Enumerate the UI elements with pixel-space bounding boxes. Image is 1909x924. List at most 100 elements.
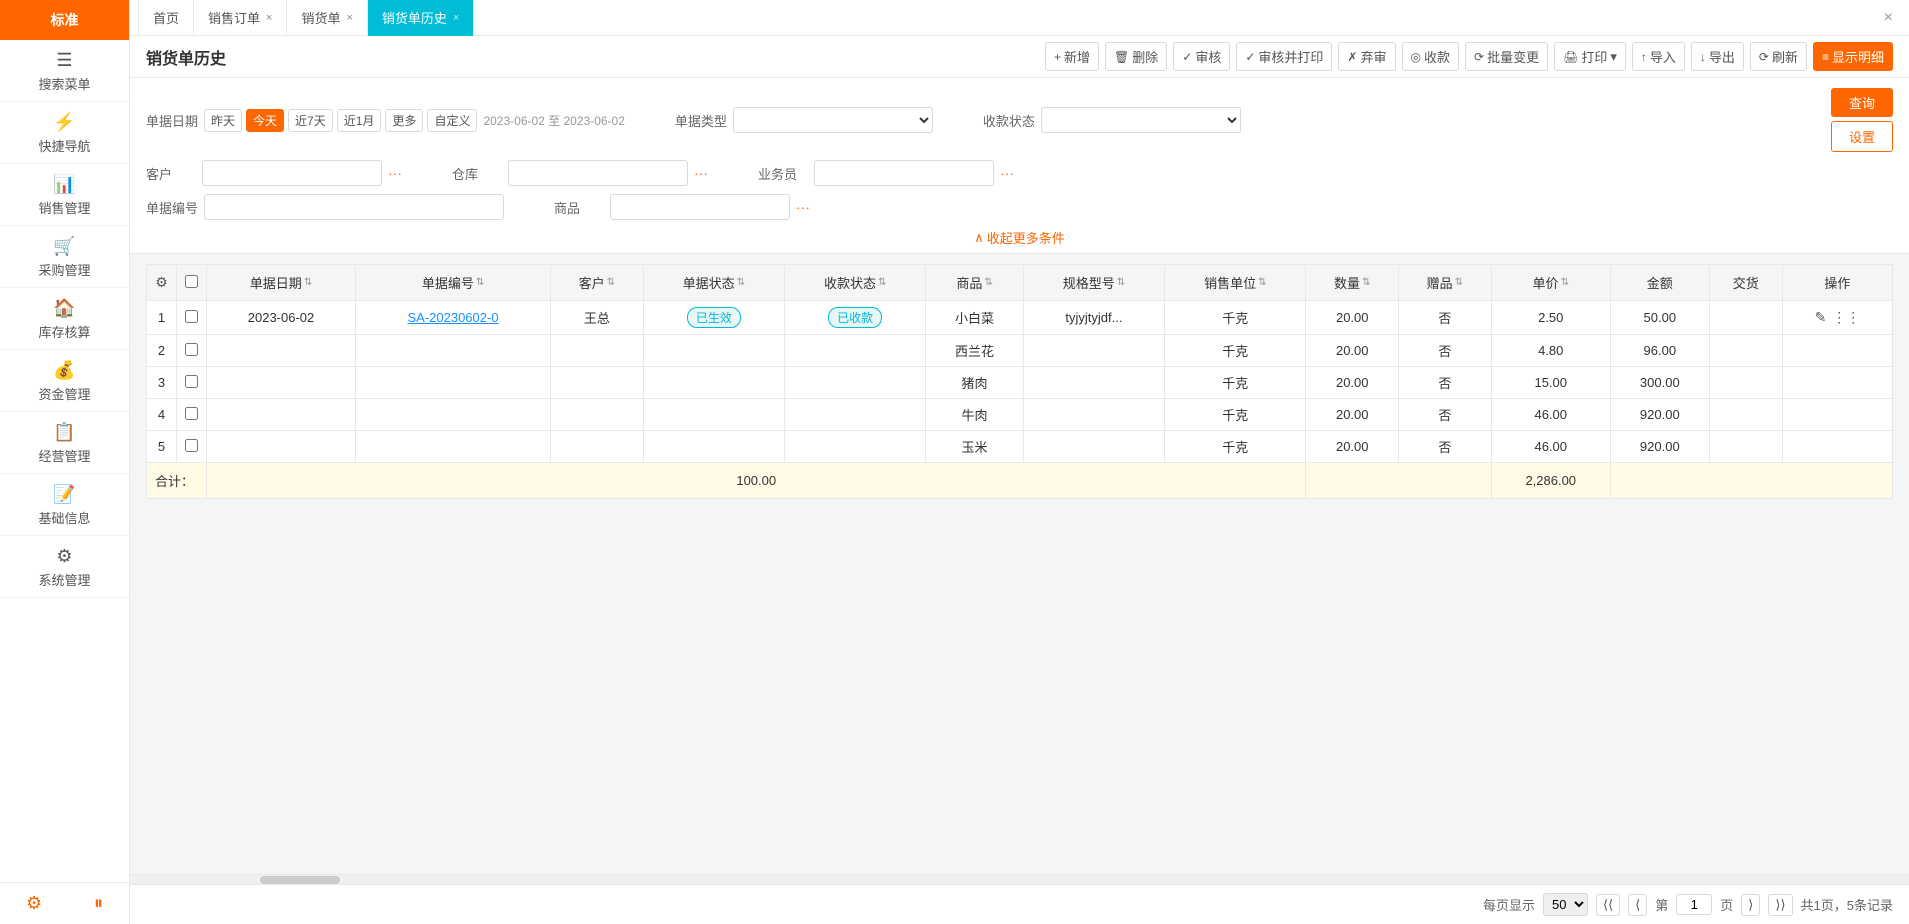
date-btn-more[interactable]: 更多 bbox=[385, 109, 423, 132]
settings-icon[interactable]: ⚙ bbox=[155, 274, 168, 290]
tab-bar-close-all[interactable]: × bbox=[1876, 9, 1901, 27]
row-checkbox-input[interactable] bbox=[185, 407, 198, 420]
audit-button[interactable]: ✓ 审核 bbox=[1173, 42, 1230, 71]
sort-doc-date[interactable]: 单据日期 ⇅ bbox=[250, 273, 312, 292]
sidebar-item-operation-mgmt[interactable]: 📋 经营管理 bbox=[0, 412, 129, 474]
row-checkbox[interactable] bbox=[177, 431, 207, 463]
more-icon[interactable]: ⋮⋮ bbox=[1832, 309, 1860, 326]
discard-button[interactable]: ✗ 弃审 bbox=[1338, 42, 1395, 71]
salesperson-picker-icon[interactable]: ··· bbox=[1000, 165, 1014, 181]
print-button[interactable]: 🖨 打印 ▾ bbox=[1554, 42, 1626, 71]
row-checkbox[interactable] bbox=[177, 335, 207, 367]
sort-doc-status[interactable]: 单据状态 ⇅ bbox=[683, 273, 745, 292]
warehouse-input[interactable] bbox=[508, 160, 688, 186]
doc-no-link[interactable]: SA-20230602-0 bbox=[407, 310, 498, 325]
select-all-checkbox[interactable] bbox=[185, 275, 198, 288]
sort-doc-no[interactable]: 单据编号 ⇅ bbox=[422, 273, 484, 292]
sidebar-item-search-menu[interactable]: ☰ 搜索菜单 bbox=[0, 40, 129, 102]
row-checkbox-input[interactable] bbox=[185, 310, 198, 323]
col-unit[interactable]: 销售单位 ⇅ bbox=[1165, 265, 1306, 301]
horizontal-scrollbar[interactable] bbox=[130, 874, 1909, 884]
col-gift[interactable]: 赠品 ⇅ bbox=[1399, 265, 1492, 301]
scrollbar-thumb[interactable] bbox=[260, 876, 340, 884]
page-last-button[interactable]: ⟩⟩ bbox=[1768, 894, 1792, 916]
delete-button[interactable]: 🗑 删除 bbox=[1105, 42, 1167, 71]
action[interactable]: ✎ ⋮⋮ bbox=[1782, 301, 1892, 335]
show-detail-button[interactable]: ≡ 显示明细 bbox=[1813, 42, 1893, 71]
refresh-button[interactable]: ⟳ 刷新 bbox=[1750, 42, 1807, 71]
sidebar-item-finance-mgmt[interactable]: 💰 资金管理 bbox=[0, 350, 129, 412]
row-checkbox-input[interactable] bbox=[185, 343, 198, 356]
row-checkbox[interactable] bbox=[177, 367, 207, 399]
close-tab-sales-history[interactable]: × bbox=[453, 12, 459, 24]
new-button[interactable]: + 新增 bbox=[1045, 42, 1099, 71]
payment-status-select[interactable] bbox=[1041, 107, 1241, 133]
goods-picker-icon[interactable]: ··· bbox=[796, 199, 810, 215]
sidebar-item-inventory-calc[interactable]: 🏠 库存核算 bbox=[0, 288, 129, 350]
col-doc-date[interactable]: 单据日期 ⇅ bbox=[207, 265, 356, 301]
tab-sales-goods[interactable]: 销货单 × bbox=[287, 0, 367, 36]
date-btn-1month[interactable]: 近1月 bbox=[337, 109, 382, 132]
customer-input[interactable] bbox=[202, 160, 382, 186]
per-page-select[interactable]: 50 bbox=[1543, 893, 1588, 916]
date-btn-yesterday[interactable]: 昨天 bbox=[204, 109, 242, 132]
collapse-filter-button[interactable]: ∧ 收起更多条件 bbox=[146, 228, 1893, 247]
col-checkbox-all[interactable] bbox=[177, 265, 207, 301]
sort-customer[interactable]: 客户 ⇅ bbox=[579, 273, 615, 292]
query-button[interactable]: 查询 bbox=[1831, 88, 1893, 117]
col-payment-status[interactable]: 收款状态 ⇅ bbox=[784, 265, 925, 301]
sort-payment-status[interactable]: 收款状态 ⇅ bbox=[824, 273, 886, 292]
sort-goods[interactable]: 商品 ⇅ bbox=[956, 273, 992, 292]
col-goods[interactable]: 商品 ⇅ bbox=[926, 265, 1023, 301]
warehouse-picker-icon[interactable]: ··· bbox=[694, 165, 708, 181]
tab-sales-order[interactable]: 销售订单 × bbox=[194, 0, 287, 36]
sidebar-item-quick-nav[interactable]: ⚡ 快捷导航 bbox=[0, 102, 129, 164]
batch-change-button[interactable]: ⟳ 批量变更 bbox=[1465, 42, 1548, 71]
collect-button[interactable]: ◎ 收款 bbox=[1402, 42, 1460, 71]
sort-spec[interactable]: 规格型号 ⇅ bbox=[1063, 273, 1125, 292]
import-button[interactable]: ↑ 导入 bbox=[1632, 42, 1685, 71]
sidebar-item-system-mgmt[interactable]: ⚙ 系统管理 bbox=[0, 536, 129, 598]
row-checkbox[interactable] bbox=[177, 399, 207, 431]
export-button[interactable]: ↓ 导出 bbox=[1691, 42, 1744, 71]
customer-picker-icon[interactable]: ··· bbox=[388, 165, 402, 181]
page-prev-button[interactable]: ⟨ bbox=[1628, 894, 1647, 916]
sort-unit-price[interactable]: 单价 ⇅ bbox=[1533, 273, 1569, 292]
sidebar-item-basic-info[interactable]: 📝 基础信息 bbox=[0, 474, 129, 536]
doc-no[interactable]: SA-20230602-0 bbox=[356, 301, 551, 335]
date-btn-7days[interactable]: 近7天 bbox=[288, 109, 333, 132]
salesperson-input[interactable] bbox=[814, 160, 994, 186]
sort-gift[interactable]: 赠品 ⇅ bbox=[1427, 273, 1463, 292]
audit-print-button[interactable]: ✓ 审核并打印 bbox=[1236, 42, 1332, 71]
col-customer[interactable]: 客户 ⇅ bbox=[551, 265, 644, 301]
tab-sales-history[interactable]: 销货单历史 × bbox=[368, 0, 474, 36]
edit-icon[interactable]: ✎ bbox=[1815, 309, 1827, 326]
col-settings[interactable]: ⚙ bbox=[147, 265, 177, 301]
doc-type-select[interactable] bbox=[733, 107, 933, 133]
sidebar-item-purchase-mgmt[interactable]: 🛒 采购管理 bbox=[0, 226, 129, 288]
row-checkbox-input[interactable] bbox=[185, 375, 198, 388]
col-doc-status[interactable]: 单据状态 ⇅ bbox=[643, 265, 784, 301]
date-btn-today[interactable]: 今天 bbox=[246, 109, 284, 132]
sidebar-item-sales-mgmt[interactable]: 📊 销售管理 bbox=[0, 164, 129, 226]
col-doc-no[interactable]: 单据编号 ⇅ bbox=[356, 265, 551, 301]
page-next-button[interactable]: ⟩ bbox=[1741, 894, 1760, 916]
sidebar-bottom-btn-right[interactable]: ⏸ bbox=[94, 893, 103, 914]
set-button[interactable]: 设置 bbox=[1831, 121, 1893, 152]
goods-input[interactable] bbox=[610, 194, 790, 220]
col-spec[interactable]: 规格型号 ⇅ bbox=[1023, 265, 1164, 301]
close-tab-sales-goods[interactable]: × bbox=[346, 12, 352, 24]
doc-no-input[interactable] bbox=[204, 194, 504, 220]
page-number-input[interactable] bbox=[1676, 894, 1712, 915]
row-checkbox-input[interactable] bbox=[185, 439, 198, 452]
sort-unit[interactable]: 销售单位 ⇅ bbox=[1204, 273, 1266, 292]
col-qty[interactable]: 数量 ⇅ bbox=[1306, 265, 1399, 301]
tab-home[interactable]: 首页 bbox=[138, 0, 194, 36]
col-unit-price[interactable]: 单价 ⇅ bbox=[1491, 265, 1610, 301]
sort-qty[interactable]: 数量 ⇅ bbox=[1334, 273, 1370, 292]
page-first-button[interactable]: ⟨⟨ bbox=[1596, 894, 1620, 916]
date-btn-custom[interactable]: 自定义 bbox=[427, 109, 477, 132]
sidebar-bottom-btn-left[interactable]: ⚙ bbox=[26, 893, 42, 914]
close-tab-sales-order[interactable]: × bbox=[266, 12, 272, 24]
row-checkbox[interactable] bbox=[177, 301, 207, 335]
